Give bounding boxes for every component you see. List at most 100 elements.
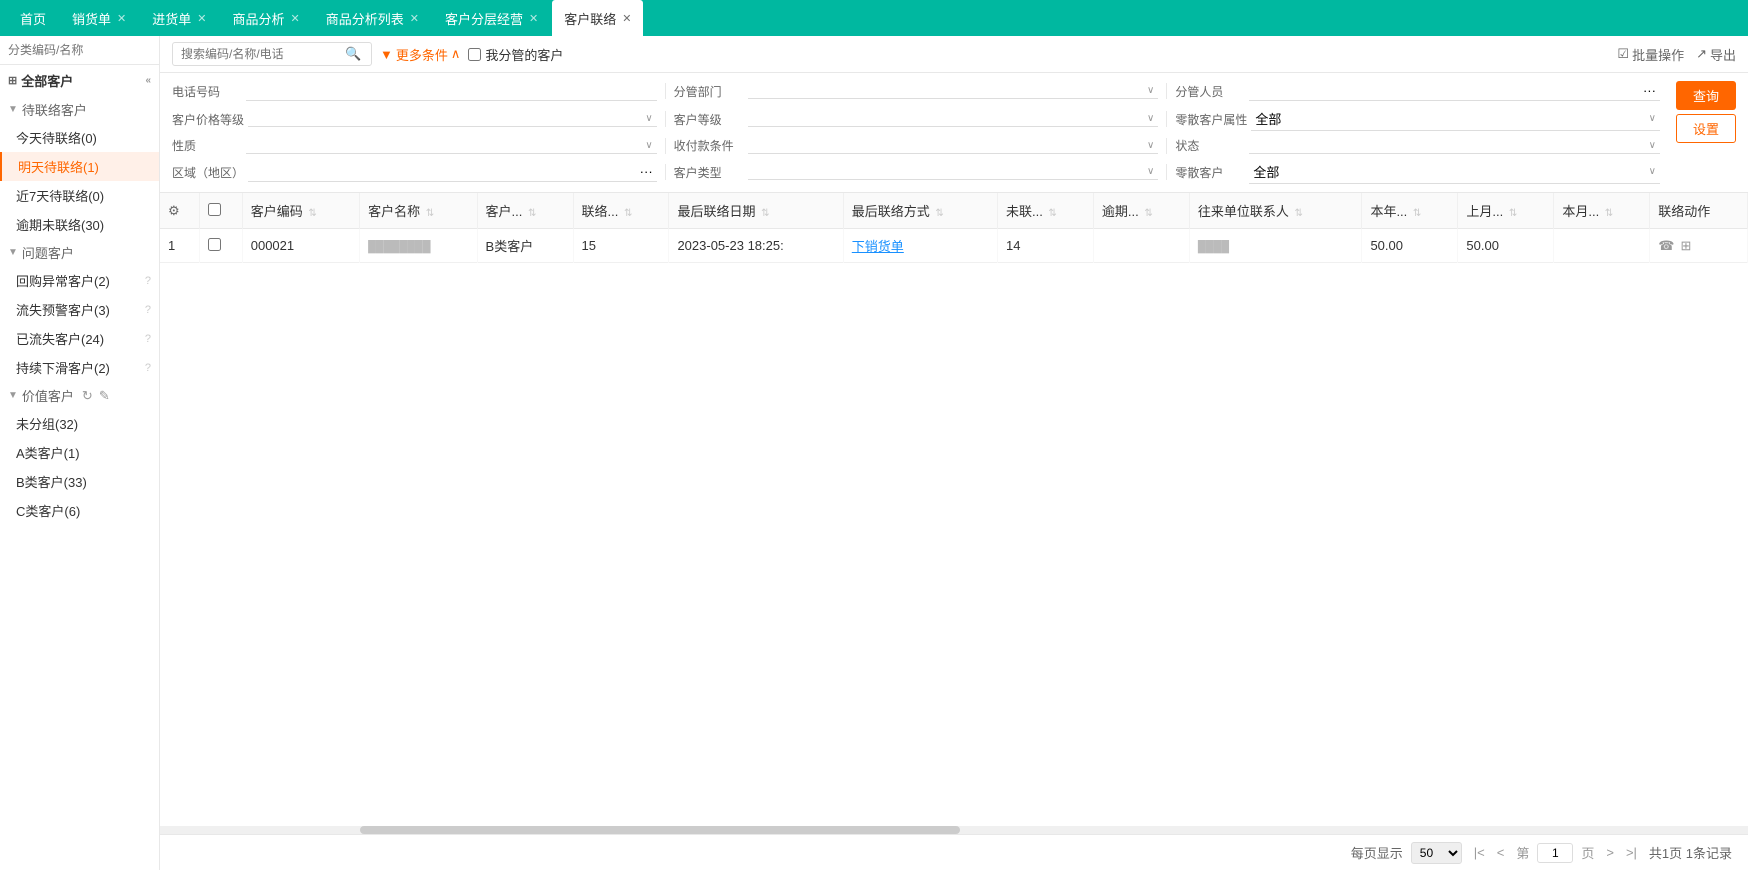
sidebar-group-problem[interactable]: ▼ 问题客户	[0, 239, 159, 266]
th-last-date[interactable]: 最后联络日期 ⇅	[669, 193, 843, 229]
sort-icon: ⇅	[761, 208, 769, 219]
filter-label-payment: 收付款条件	[674, 137, 744, 154]
nav-tab-1[interactable]: 进货单 ✕	[140, 0, 218, 36]
th-this-year[interactable]: 本年... ⇅	[1362, 193, 1458, 229]
last-page-btn[interactable]: >|	[1622, 843, 1641, 862]
help-icon: ?	[145, 362, 151, 374]
sidebar-item-churned[interactable]: 已流失客户(24) ?	[0, 324, 159, 353]
filter-select-customer-level[interactable]: ∨	[748, 111, 1159, 127]
filter-label-retail-attr: 零散客户属性	[1175, 111, 1247, 128]
per-page-select[interactable]: 50 100 200	[1411, 842, 1462, 864]
close-icon[interactable]: ✕	[529, 12, 538, 25]
filter-select-region[interactable]: ···	[248, 162, 657, 182]
close-icon[interactable]: ✕	[197, 12, 206, 25]
export-btn[interactable]: ↗ 导出	[1696, 45, 1736, 64]
sidebar-item-ungrouped[interactable]: 未分组(32)	[0, 409, 159, 438]
content-area: 🔍 ▼ 更多条件 ∧ 我分管的客户 ☑ 批量操作 ↗ 导出	[160, 36, 1748, 870]
filter-select-nature[interactable]: ∨	[246, 138, 657, 154]
nav-tab-4[interactable]: 客户分层经营 ✕	[433, 0, 550, 36]
sidebar-item-b-class[interactable]: B类客户(33)	[0, 467, 159, 496]
sidebar-item-repurchase-anomaly[interactable]: 回购异常客户(2) ?	[0, 266, 159, 295]
per-page-label: 每页显示	[1351, 843, 1403, 862]
search-icon[interactable]: 🔍	[345, 46, 361, 62]
th-last-method[interactable]: 最后联络方式 ⇅	[843, 193, 997, 229]
sidebar-item-declining[interactable]: 持续下滑客户(2) ?	[0, 353, 159, 382]
nav-tab-3[interactable]: 商品分析列表 ✕	[314, 0, 431, 36]
nav-home[interactable]: 首页	[8, 0, 58, 36]
sort-icon: ⇅	[935, 208, 943, 219]
close-icon[interactable]: ✕	[291, 12, 300, 25]
sidebar-item-today[interactable]: 今天待联络(0)	[0, 123, 159, 152]
close-icon[interactable]: ✕	[410, 12, 419, 25]
filter-select-customer-type[interactable]: ∨	[748, 164, 1159, 180]
sidebar-all-customers[interactable]: ⊞ 全部客户 «	[0, 65, 159, 96]
th-type[interactable]: 客户... ⇅	[477, 193, 573, 229]
refresh-icon[interactable]: ↻	[82, 388, 93, 404]
td-last-month: 50.00	[1458, 229, 1554, 263]
set-button[interactable]: 设置	[1676, 114, 1736, 143]
gear-icon: ⚙	[168, 203, 180, 218]
batch-ops-btn[interactable]: ☑ 批量操作	[1617, 45, 1684, 64]
sort-icon: ⇅	[1048, 208, 1056, 219]
search-input[interactable]	[181, 47, 341, 61]
filter-label-customer-level: 客户等级	[674, 111, 744, 128]
th-checkbox	[200, 193, 242, 229]
edit-icon[interactable]: ✎	[99, 388, 110, 404]
next-page-btn[interactable]: >	[1602, 843, 1618, 862]
sidebar-item-overdue[interactable]: 逾期未联络(30)	[0, 210, 159, 239]
th-last-month[interactable]: 上月... ⇅	[1458, 193, 1554, 229]
chevron-down-icon: ▼	[8, 104, 18, 115]
page-input[interactable]	[1537, 843, 1573, 863]
action-icons: ☎ ⊞	[1658, 238, 1739, 254]
sidebar-search-input[interactable]	[8, 43, 160, 57]
sidebar-item-tomorrow[interactable]: 明天待联络(1)	[0, 152, 159, 181]
filter-select-dept[interactable]: ∨	[748, 83, 1159, 99]
sidebar-item-churn-warning[interactable]: 流失预警客户(3) ?	[0, 295, 159, 324]
sort-icon: ⇅	[426, 208, 434, 219]
nav-tab-5[interactable]: 客户联络 ✕	[552, 0, 643, 36]
filter-field-dept: 分管部门 ∨	[674, 83, 1159, 100]
scroll-bar[interactable]	[160, 826, 1748, 834]
first-page-btn[interactable]: |<	[1470, 843, 1489, 862]
filter-select-payment[interactable]: ∨	[748, 138, 1159, 154]
sidebar-group-value[interactable]: ▼ 价值客户 ↻ ✎	[0, 382, 159, 409]
search-bar: 🔍 ▼ 更多条件 ∧ 我分管的客户 ☑ 批量操作 ↗ 导出	[160, 36, 1748, 73]
th-overdue[interactable]: 逾期... ⇅	[1093, 193, 1189, 229]
filter-select-status[interactable]: ∨	[1249, 138, 1660, 154]
sidebar-group-pending[interactable]: ▼ 待联络客户	[0, 96, 159, 123]
sidebar-item-a-class[interactable]: A类客户(1)	[0, 438, 159, 467]
td-this-month	[1554, 229, 1650, 263]
close-icon[interactable]: ✕	[622, 12, 631, 25]
filter-select-manager[interactable]: ···	[1249, 81, 1660, 101]
th-uncontacted[interactable]: 未联... ⇅	[997, 193, 1093, 229]
filter-select-retail-customer[interactable]: 全部 ∨	[1249, 160, 1660, 184]
nav-tab-0[interactable]: 销货单 ✕	[60, 0, 138, 36]
last-method-link[interactable]: 下销货单	[852, 239, 904, 254]
row-checkbox[interactable]	[208, 238, 221, 251]
th-unit-contact[interactable]: 往来单位联系人 ⇅	[1189, 193, 1362, 229]
prev-page-btn[interactable]: <	[1493, 843, 1509, 862]
filter-select-retail-attr[interactable]: 全部 ∨	[1251, 107, 1660, 131]
th-gear[interactable]: ⚙	[160, 193, 200, 229]
scroll-thumb[interactable]	[360, 826, 960, 834]
nav-tab-2[interactable]: 商品分析 ✕	[220, 0, 311, 36]
th-contact[interactable]: 联络... ⇅	[573, 193, 669, 229]
my-customers-checkbox-input[interactable]	[468, 48, 481, 61]
grid-action-icon[interactable]: ⊞	[1681, 238, 1692, 254]
query-button[interactable]: 查询	[1676, 81, 1736, 110]
filter-more-btn[interactable]: ▼ 更多条件 ∧	[380, 45, 460, 64]
th-name[interactable]: 客户名称 ⇅	[360, 193, 477, 229]
sidebar-item-c-class[interactable]: C类客户(6)	[0, 496, 159, 525]
grid-icon: ⊞	[8, 74, 17, 87]
th-this-month[interactable]: 本月... ⇅	[1554, 193, 1650, 229]
close-icon[interactable]: ✕	[117, 12, 126, 25]
phone-icon[interactable]: ☎	[1658, 238, 1674, 254]
th-code[interactable]: 客户编码 ⇅	[242, 193, 359, 229]
filter-divider	[665, 138, 666, 154]
filter-field-nature: 性质 ∨	[172, 137, 657, 154]
filter-field-phone: 电话号码	[172, 82, 657, 101]
filter-select-price-level[interactable]: ∨	[248, 111, 657, 127]
select-all-checkbox[interactable]	[208, 203, 221, 216]
sidebar-item-7days[interactable]: 近7天待联络(0)	[0, 181, 159, 210]
filter-input-phone[interactable]	[246, 82, 657, 101]
